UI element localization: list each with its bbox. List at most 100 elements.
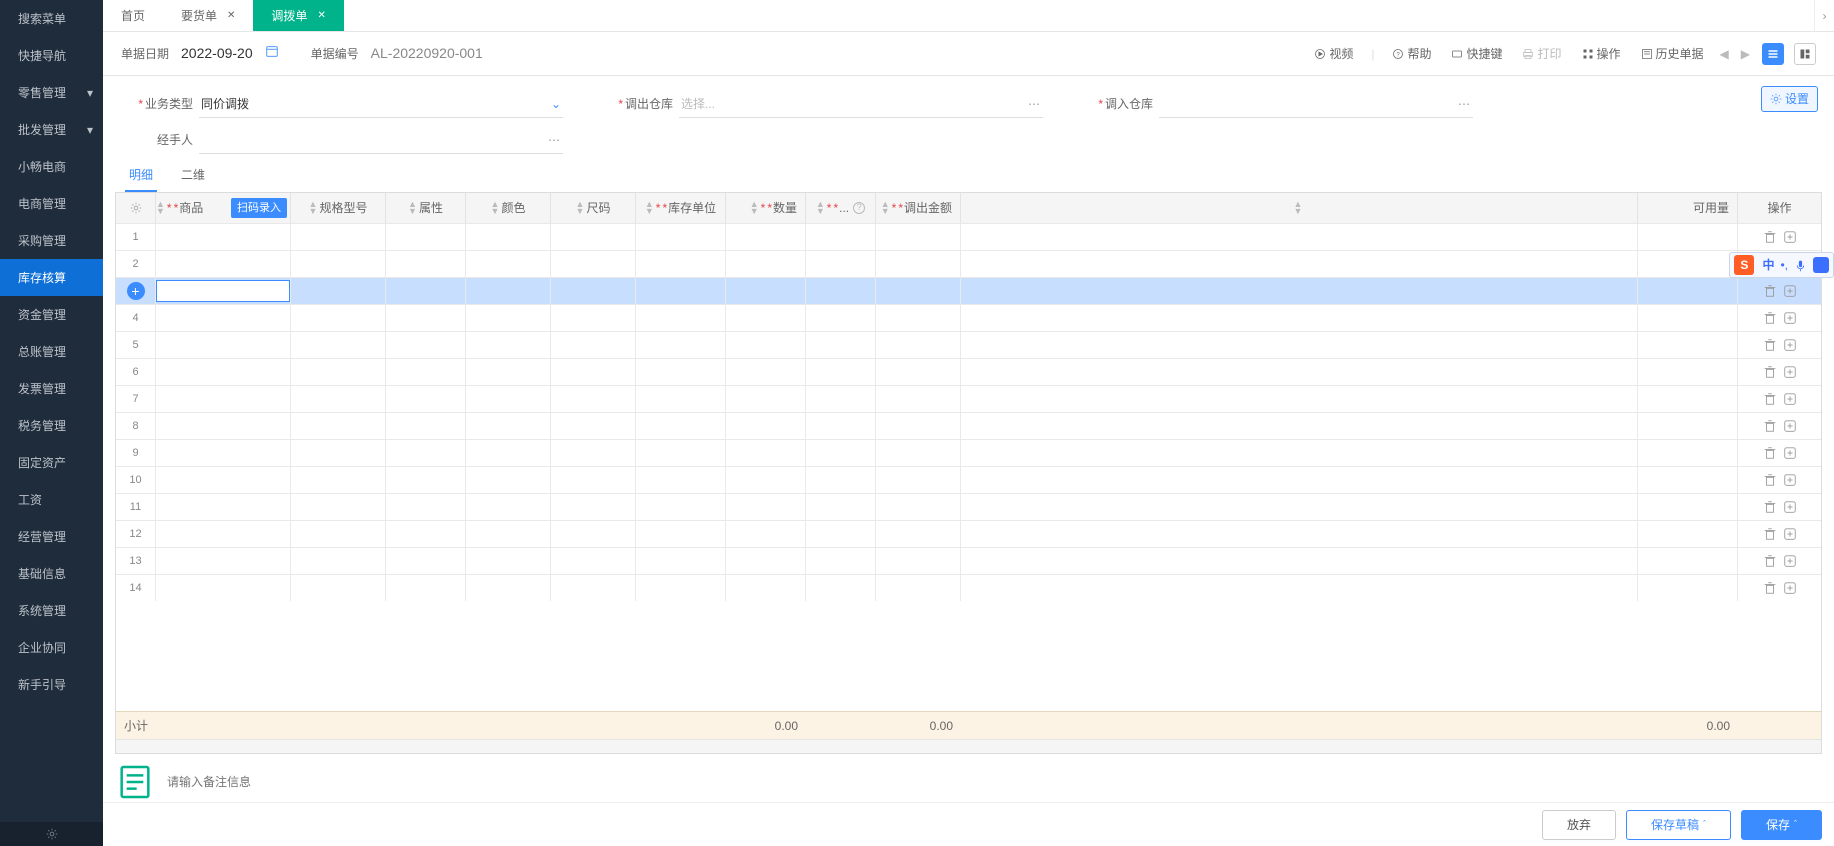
delete-icon[interactable] (1763, 500, 1777, 514)
tab-2[interactable]: 调拨单✕ (253, 0, 343, 31)
sidebar-item-16[interactable]: 系统管理 (0, 592, 103, 629)
sidebar-settings[interactable] (0, 822, 103, 846)
sidebar-item-0[interactable]: 搜索菜单 (0, 0, 103, 37)
subtab-0[interactable]: 明细 (125, 166, 157, 192)
handler-select[interactable]: ⋯ (199, 126, 563, 154)
sidebar-item-5[interactable]: 电商管理 (0, 185, 103, 222)
delete-icon[interactable] (1763, 311, 1777, 325)
table-row[interactable]: 13 (116, 547, 1821, 574)
ime-lang[interactable]: 中 (1762, 256, 1774, 274)
table-row[interactable]: 2 (116, 250, 1821, 277)
tab-scroll-right[interactable]: › (1814, 0, 1834, 31)
delete-icon[interactable] (1763, 230, 1777, 244)
insert-icon[interactable] (1783, 284, 1797, 298)
delete-icon[interactable] (1763, 581, 1777, 595)
col-color[interactable]: ▲▼颜色 (466, 193, 551, 223)
in-wh-select[interactable]: ⋯ (1159, 90, 1473, 118)
sidebar-item-8[interactable]: 资金管理 (0, 296, 103, 333)
shortcut-button[interactable]: 快捷键 (1445, 45, 1508, 63)
table-row[interactable]: 1 (116, 223, 1821, 250)
delete-icon[interactable] (1763, 527, 1777, 541)
history-button[interactable]: 历史单据 (1635, 45, 1710, 63)
calendar-icon[interactable] (265, 44, 279, 63)
col-spec[interactable]: ▲▼规格型号 (291, 193, 386, 223)
sidebar-item-11[interactable]: 税务管理 (0, 407, 103, 444)
video-button[interactable]: 视频 (1308, 45, 1359, 63)
col-blank[interactable]: ▲▼ (961, 193, 1638, 223)
insert-icon[interactable] (1783, 392, 1797, 406)
product-input[interactable] (156, 280, 290, 302)
ime-toolbar[interactable]: S 中 •, (1729, 252, 1834, 278)
table-row[interactable]: 11 (116, 493, 1821, 520)
sidebar-item-4[interactable]: 小畅电商 (0, 148, 103, 185)
table-row[interactable]: 5 (116, 331, 1821, 358)
doc-date-value[interactable]: 2022-09-20 (181, 43, 253, 64)
col-unit[interactable]: ▲▼*库存单位 (636, 193, 726, 223)
sidebar-item-2[interactable]: 零售管理▾ (0, 74, 103, 111)
table-row[interactable]: 12 (116, 520, 1821, 547)
sidebar-item-9[interactable]: 总账管理 (0, 333, 103, 370)
scan-button[interactable]: 扫码录入 (231, 198, 287, 218)
ime-keyboard-icon[interactable] (1813, 257, 1829, 273)
subtab-1[interactable]: 二维 (177, 166, 209, 192)
insert-icon[interactable] (1783, 338, 1797, 352)
save-draft-button[interactable]: 保存草稿ˆ (1626, 810, 1731, 840)
print-button[interactable]: 打印 (1516, 45, 1567, 63)
sidebar-item-7[interactable]: 库存核算 (0, 259, 103, 296)
delete-icon[interactable] (1763, 284, 1777, 298)
tab-1[interactable]: 要货单✕ (163, 0, 253, 31)
delete-icon[interactable] (1763, 338, 1777, 352)
insert-icon[interactable] (1783, 581, 1797, 595)
insert-icon[interactable] (1783, 365, 1797, 379)
col-amount[interactable]: ▲▼*调出金额 (876, 193, 961, 223)
table-row[interactable]: 10 (116, 466, 1821, 493)
delete-icon[interactable] (1763, 419, 1777, 433)
col-product[interactable]: ▲▼*商品 扫码录入 (156, 193, 291, 223)
table-row[interactable]: 7 (116, 385, 1821, 412)
h-scrollbar[interactable] (116, 739, 1821, 753)
delete-icon[interactable] (1763, 554, 1777, 568)
save-button[interactable]: 保存ˆ (1741, 810, 1822, 840)
mic-icon[interactable] (1794, 259, 1807, 272)
sidebar-item-3[interactable]: 批发管理▾ (0, 111, 103, 148)
col-price[interactable]: ▲▼*...? (806, 193, 876, 223)
col-size[interactable]: ▲▼尺码 (551, 193, 636, 223)
insert-icon[interactable] (1783, 311, 1797, 325)
add-row-button[interactable]: + (127, 282, 145, 300)
insert-icon[interactable] (1783, 446, 1797, 460)
delete-icon[interactable] (1763, 446, 1777, 460)
out-wh-select[interactable]: 选择... ⋯ (679, 90, 1043, 118)
table-row[interactable]: 6 (116, 358, 1821, 385)
insert-icon[interactable] (1783, 473, 1797, 487)
sidebar-item-15[interactable]: 基础信息 (0, 555, 103, 592)
delete-icon[interactable] (1763, 365, 1777, 379)
col-qty[interactable]: ▲▼*数量 (726, 193, 806, 223)
action-button[interactable]: 操作 (1576, 45, 1627, 63)
sidebar-item-12[interactable]: 固定资产 (0, 444, 103, 481)
biz-type-select[interactable]: 同价调拨 ⌄ (199, 90, 563, 118)
prev-doc[interactable]: ◀ (1718, 45, 1731, 63)
table-row[interactable]: 8 (116, 412, 1821, 439)
cancel-button[interactable]: 放弃 (1542, 810, 1616, 840)
sidebar-item-10[interactable]: 发票管理 (0, 370, 103, 407)
help-button[interactable]: ? 帮助 (1386, 45, 1437, 63)
table-row[interactable]: 14 (116, 574, 1821, 601)
sidebar-item-1[interactable]: 快捷导航 (0, 37, 103, 74)
delete-icon[interactable] (1763, 392, 1777, 406)
ime-punct-icon[interactable]: •, (1780, 256, 1788, 274)
tab-0[interactable]: 首页 (103, 0, 163, 31)
settings-button[interactable]: 设置 (1761, 86, 1818, 112)
view-list[interactable] (1762, 43, 1784, 65)
sidebar-item-13[interactable]: 工资 (0, 481, 103, 518)
remark-input[interactable] (167, 768, 1822, 796)
sidebar-item-14[interactable]: 经营管理 (0, 518, 103, 555)
sidebar-item-17[interactable]: 企业协同 (0, 629, 103, 666)
table-row[interactable]: 9 (116, 439, 1821, 466)
insert-icon[interactable] (1783, 554, 1797, 568)
next-doc[interactable]: ▶ (1739, 45, 1752, 63)
sidebar-item-6[interactable]: 采购管理 (0, 222, 103, 259)
close-icon[interactable]: ✕ (227, 8, 235, 23)
delete-icon[interactable] (1763, 473, 1777, 487)
col-attr[interactable]: ▲▼属性 (386, 193, 466, 223)
insert-icon[interactable] (1783, 500, 1797, 514)
